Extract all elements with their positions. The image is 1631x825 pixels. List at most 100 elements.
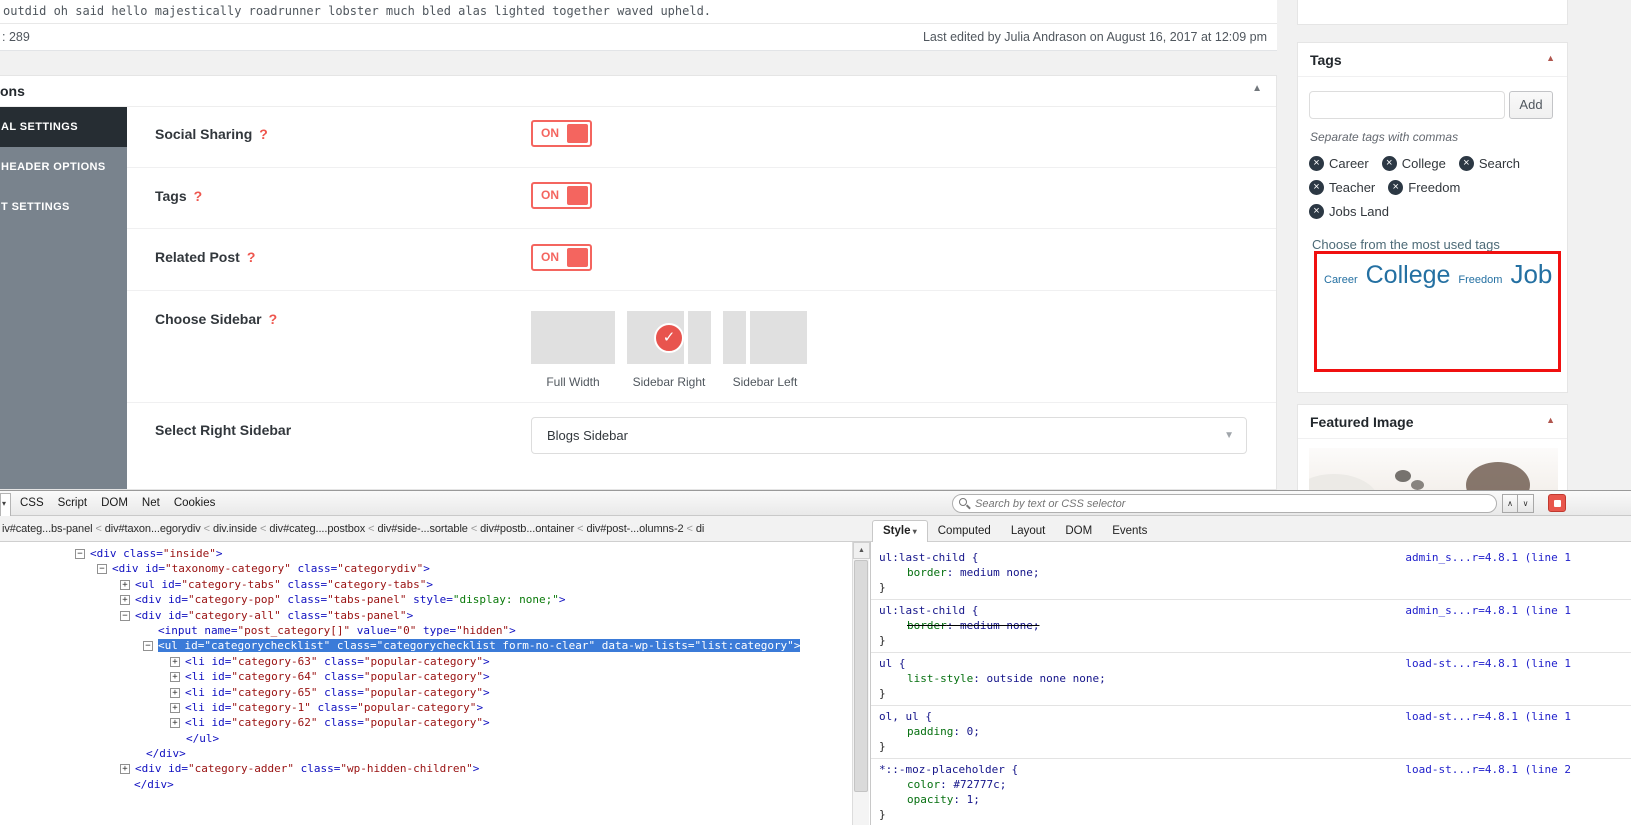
add-tag-button[interactable]: Add <box>1509 91 1553 119</box>
dom-tree-node[interactable]: − <div id="taxonomy-category" class="cate… <box>0 561 852 576</box>
dom-tree-node[interactable]: − <div id="category-all" class="tabs-pane… <box>0 608 852 623</box>
css-property[interactable]: color: #72777c; <box>879 777 1623 792</box>
dom-node-source[interactable]: <div class="inside"> <box>90 547 222 560</box>
dom-tree-node[interactable]: − <div class="inside"> <box>0 546 852 561</box>
dom-node-source[interactable]: </ul> <box>186 732 219 745</box>
dom-node-source[interactable]: <li id="category-1" class="popular-categ… <box>185 701 483 714</box>
help-icon[interactable]: ? <box>259 126 268 142</box>
collapse-arrow-icon[interactable]: ▲ <box>1546 415 1555 425</box>
expand-icon[interactable]: + <box>170 672 180 683</box>
remove-tag-icon[interactable]: × <box>1309 156 1324 171</box>
remove-tag-icon[interactable]: × <box>1381 156 1397 171</box>
sidebar-option-left[interactable]: Sidebar Left <box>723 311 807 389</box>
dom-tree-node[interactable]: + <div id="category-pop" class="tabs-pane… <box>0 592 852 607</box>
dom-node-source[interactable]: <ul id="categorychecklist" class="catego… <box>158 639 801 653</box>
inspector-tab-dom[interactable]: DOM <box>1055 521 1102 542</box>
collapse-arrow-icon[interactable]: ▲ <box>1252 83 1262 94</box>
expand-icon[interactable]: + <box>120 595 130 606</box>
scrollbar-thumb[interactable] <box>854 560 868 792</box>
tagcloud-item[interactable]: Career <box>1324 274 1358 286</box>
firebug-close-button[interactable] <box>1548 494 1566 512</box>
source-link[interactable]: load-st...r=4.8.1 (line 2 <box>1405 762 1571 777</box>
dom-tree-node[interactable]: + <li id="category-62" class="popular-cat… <box>0 715 852 730</box>
inspector-tab-style[interactable]: Style <box>872 520 928 543</box>
dom-tree-node[interactable]: </div> <box>0 746 852 761</box>
collapse-icon[interactable]: − <box>120 610 130 621</box>
breadcrumb-item[interactable]: div#postb...ontainer <box>480 523 574 535</box>
next-match-button[interactable]: ∨ <box>1518 494 1534 513</box>
dom-node-source[interactable]: </div> <box>146 747 186 760</box>
tagcloud-item[interactable]: Freedom <box>1458 274 1502 286</box>
new-tag-input[interactable] <box>1309 91 1505 119</box>
inspector-tab-events[interactable]: Events <box>1102 521 1157 542</box>
dom-node-source[interactable]: <li id="category-65" class="popular-cate… <box>185 686 490 699</box>
css-property[interactable]: border: medium none; <box>879 618 1623 633</box>
featured-image-header[interactable]: Featured Image ▲ <box>1298 405 1567 439</box>
dom-node-source[interactable]: <input name="post_category[]" value="0" … <box>158 624 516 637</box>
dom-tree-node[interactable]: + <li id="category-63" class="popular-cat… <box>0 654 852 669</box>
dom-tree-node[interactable]: + <li id="category-65" class="popular-cat… <box>0 685 852 700</box>
tagcloud-item[interactable]: Jobs <box>1560 272 1561 286</box>
source-link[interactable]: load-st...r=4.8.1 (line 1 <box>1405 709 1571 724</box>
remove-tag-icon[interactable]: × <box>1309 180 1324 195</box>
dom-node-source[interactable]: <ul id="category-tabs" class="category-t… <box>135 578 433 591</box>
collapse-icon[interactable]: − <box>97 564 107 575</box>
tagcloud-item[interactable]: Job <box>1510 259 1552 289</box>
remove-tag-icon[interactable]: × <box>1458 156 1474 171</box>
help-icon[interactable]: ? <box>194 188 203 204</box>
dom-tree-node[interactable]: + <li id="category-1" class="popular-cate… <box>0 700 852 715</box>
html-tab-fragment[interactable]: ▾ <box>0 493 11 516</box>
right-sidebar-select[interactable]: Blogs Sidebar ▼ <box>531 417 1247 454</box>
tags-toggle[interactable]: ON <box>531 182 592 209</box>
collapse-icon[interactable]: − <box>143 641 153 652</box>
css-property[interactable]: padding: 0; <box>879 724 1623 739</box>
previous-match-button[interactable]: ∧ <box>1502 494 1518 513</box>
layout-thumbnail[interactable]: ✓ <box>627 311 711 364</box>
dom-node-source[interactable]: <div id="category-all" class="tabs-panel… <box>135 609 413 622</box>
collapse-icon[interactable]: − <box>75 549 85 559</box>
breadcrumb-item[interactable]: div.inside <box>213 523 257 535</box>
css-property[interactable]: list-style: outside none none; <box>879 671 1623 686</box>
dom-node-source[interactable]: <div id="category-adder" class="wp-hidde… <box>135 762 479 775</box>
dom-node-source[interactable]: <div id="category-pop" class="tabs-panel… <box>135 593 566 606</box>
inspector-tab-layout[interactable]: Layout <box>1001 521 1056 542</box>
sidebar-item-al-settings[interactable]: AL SETTINGS <box>0 107 127 147</box>
expand-icon[interactable]: + <box>170 702 180 713</box>
sidebar-item-header-options[interactable]: HEADER OPTIONS <box>0 147 127 187</box>
dom-tree-node[interactable]: + <div id="category-adder" class="wp-hidd… <box>0 761 852 776</box>
breadcrumb-item[interactable]: di <box>696 523 704 535</box>
breadcrumb-item[interactable]: div#post-...olumns-2 <box>586 523 683 535</box>
scroll-up-icon[interactable]: ▲ <box>853 542 870 559</box>
help-icon[interactable]: ? <box>247 249 256 265</box>
tags-metabox-header[interactable]: Tags ▲ <box>1298 43 1567 77</box>
css-property[interactable]: border: medium none; <box>879 565 1623 580</box>
expand-icon[interactable]: + <box>170 687 180 698</box>
source-link[interactable]: admin_s...r=4.8.1 (line 1 <box>1405 550 1571 565</box>
breadcrumb-item[interactable]: iv#categ...bs-panel <box>2 523 93 535</box>
dom-tree-node[interactable]: + <ul id="category-tabs" class="category-… <box>0 577 852 592</box>
expand-icon[interactable]: + <box>170 718 180 729</box>
firebug-tab-script[interactable]: Script <box>51 491 94 516</box>
dom-node-source[interactable]: </div> <box>134 778 174 791</box>
expand-icon[interactable]: + <box>120 764 130 775</box>
social-sharing-toggle[interactable]: ON <box>531 120 592 147</box>
dom-node-source[interactable]: <li id="category-63" class="popular-cate… <box>185 655 490 668</box>
css-property[interactable]: opacity: 1; <box>879 792 1623 807</box>
remove-tag-icon[interactable]: × <box>1309 204 1324 219</box>
layout-thumbnail[interactable] <box>531 311 615 364</box>
dom-node-source[interactable]: <div id="taxonomy-category" class="categ… <box>112 562 430 575</box>
dom-tree-node[interactable]: </ul> <box>0 731 852 746</box>
firebug-tab-dom[interactable]: DOM <box>94 491 135 516</box>
firebug-tab-cookies[interactable]: Cookies <box>167 491 223 516</box>
collapse-arrow-icon[interactable]: ▲ <box>1546 53 1555 63</box>
related-post-toggle[interactable]: ON <box>531 244 592 271</box>
sidebar-option-full[interactable]: Full Width <box>531 311 615 389</box>
remove-tag-icon[interactable]: × <box>1388 180 1404 195</box>
dom-tree-node[interactable]: <input name="post_category[]" value="0" … <box>0 623 852 638</box>
sidebar-item-t-settings[interactable]: T SETTINGS <box>0 187 127 227</box>
dom-tree-node[interactable]: </div> <box>0 777 852 792</box>
dom-tree-node[interactable]: + <li id="category-64" class="popular-cat… <box>0 669 852 684</box>
firebug-tab-css[interactable]: CSS <box>13 491 51 516</box>
firebug-tab-net[interactable]: Net <box>135 491 167 516</box>
source-link[interactable]: load-st...r=4.8.1 (line 1 <box>1405 656 1571 671</box>
